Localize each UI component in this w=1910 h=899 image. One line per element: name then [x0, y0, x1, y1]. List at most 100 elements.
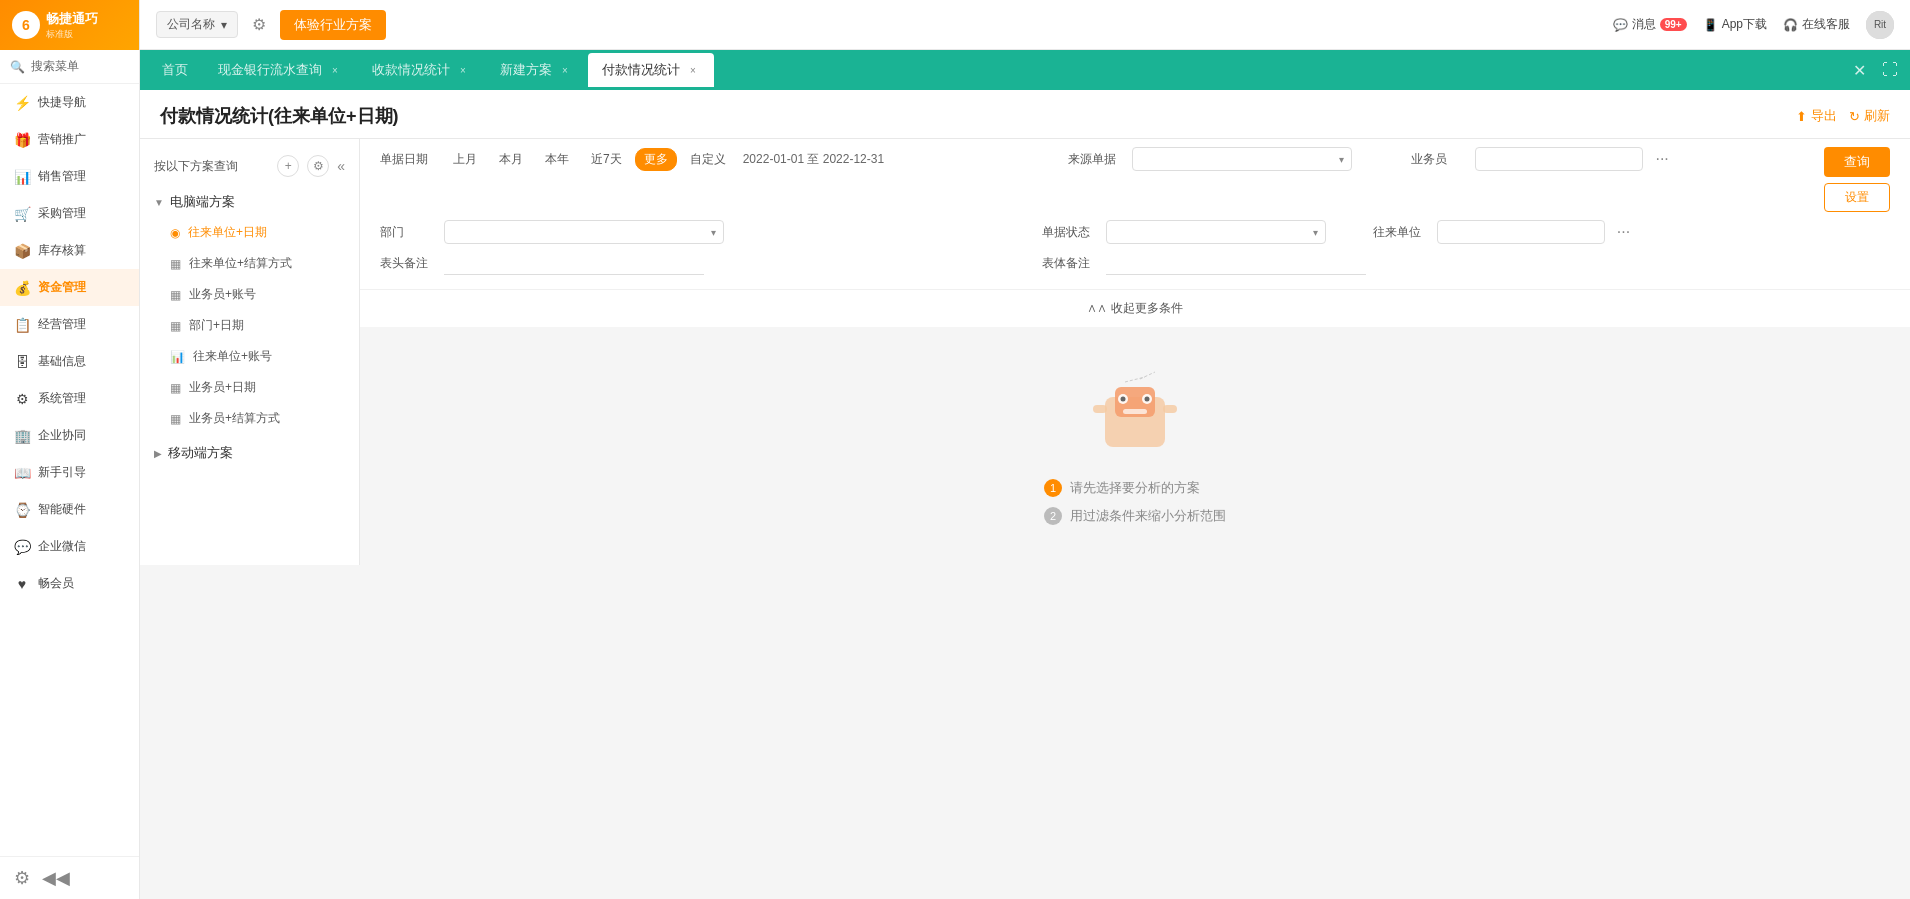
- date-btn-this-month[interactable]: 本月: [490, 147, 532, 172]
- header-note-input[interactable]: [444, 252, 704, 275]
- staff-label: 业务员: [1411, 151, 1467, 168]
- export-button[interactable]: ⬆ 导出: [1796, 107, 1837, 125]
- doc-status-select-wrap: [1106, 220, 1326, 244]
- sidebar-item-system[interactable]: ⚙ 系统管理: [0, 380, 139, 417]
- date-btn-more[interactable]: 更多: [635, 148, 677, 171]
- left-panel-title: 按以下方案查询: [154, 158, 238, 175]
- message-badge: 99+: [1660, 18, 1687, 31]
- tab-home[interactable]: 首页: [148, 53, 202, 87]
- tab-label-new-scheme: 新建方案: [500, 61, 552, 79]
- sidebar-collapse-icon[interactable]: ◀◀: [42, 867, 70, 889]
- service-action[interactable]: 🎧 在线客服: [1783, 16, 1850, 33]
- message-label: 消息: [1632, 16, 1656, 33]
- dept-select[interactable]: [444, 220, 724, 244]
- sidebar-item-guide[interactable]: 📖新手引导: [0, 454, 139, 491]
- company-select[interactable]: 公司名称 ▾: [156, 11, 238, 38]
- scheme-group-header-desktop[interactable]: ▼电脑端方案: [140, 187, 359, 217]
- tab-label-bank: 现金银行流水查询: [218, 61, 322, 79]
- sidebar-icon-system: ⚙: [14, 391, 30, 407]
- group-arrow-mobile: ▶: [154, 448, 162, 459]
- settings-icon: ⚙: [313, 159, 324, 173]
- sidebar-item-inventory[interactable]: 📦库存核算: [0, 232, 139, 269]
- filter-staff-col: 业务员 ···: [1411, 147, 1824, 171]
- scheme-item-unit-account[interactable]: 📊往来单位+账号: [140, 341, 359, 372]
- message-action[interactable]: 💬 消息 99+: [1613, 16, 1687, 33]
- scheme-item-staff-account[interactable]: ▦业务员+账号: [140, 279, 359, 310]
- scheme-group-header-mobile[interactable]: ▶移动端方案: [140, 438, 359, 468]
- sidebar-item-wechat[interactable]: 💬企业微信: [0, 528, 139, 565]
- doc-status-select[interactable]: [1106, 220, 1326, 244]
- filter-docstatus-col: 单据状态: [1042, 220, 1373, 244]
- tab-expand-icon[interactable]: ⛶: [1878, 57, 1902, 83]
- partner-more-icon[interactable]: ···: [1617, 223, 1630, 241]
- body-note-input[interactable]: [1106, 252, 1366, 275]
- sidebar-item-basic-info[interactable]: 🗄基础信息: [0, 343, 139, 380]
- scheme-item-staff-settle[interactable]: ▦业务员+结算方式: [140, 403, 359, 434]
- scheme-icon-unit-date: ◉: [170, 226, 180, 240]
- collapse-more-button[interactable]: ∧∧ 收起更多条件: [360, 289, 1910, 327]
- tab-close-payment[interactable]: ×: [686, 63, 700, 77]
- sidebar-settings-icon[interactable]: ⚙: [14, 867, 30, 889]
- tab-label-home: 首页: [162, 61, 188, 79]
- date-btn-custom[interactable]: 自定义: [681, 147, 735, 172]
- sidebar-item-marketing[interactable]: 🎁营销推广: [0, 121, 139, 158]
- add-scheme-button[interactable]: +: [277, 155, 299, 177]
- sidebar-item-enterprise[interactable]: 🏢企业协同: [0, 417, 139, 454]
- user-avatar[interactable]: Rit: [1866, 11, 1894, 39]
- scheme-item-unit-date[interactable]: ◉往来单位+日期: [140, 217, 359, 248]
- sidebar-item-vip[interactable]: ♥畅会员: [0, 565, 139, 602]
- sidebar-search-label: 搜索菜单: [31, 58, 79, 75]
- tip-num-1: 1: [1044, 479, 1062, 497]
- sidebar-search[interactable]: 🔍 搜索菜单: [0, 50, 139, 84]
- left-panel-collapse-icon[interactable]: «: [337, 158, 345, 174]
- empty-state: 1 请先选择要分析的方案 2 用过滤条件来缩小分析范围: [360, 327, 1910, 565]
- header-settings-icon[interactable]: ⚙: [248, 11, 270, 38]
- main-area: 公司名称 ▾ ⚙ 体验行业方案 💬 消息 99+ 📱 App下载 🎧 在线客服 …: [140, 0, 1910, 899]
- group-arrow-desktop: ▼: [154, 197, 164, 208]
- scheme-label-unit-account: 往来单位+账号: [193, 348, 272, 365]
- trial-button[interactable]: 体验行业方案: [280, 10, 386, 40]
- scheme-settings-button[interactable]: ⚙: [307, 155, 329, 177]
- source-doc-select[interactable]: [1132, 147, 1352, 171]
- staff-more-icon[interactable]: ···: [1655, 150, 1668, 168]
- sidebar-item-hardware[interactable]: ⌚智能硬件: [0, 491, 139, 528]
- tab-bank[interactable]: 现金银行流水查询 ×: [204, 53, 356, 87]
- app-download-action[interactable]: 📱 App下载: [1703, 16, 1767, 33]
- partner-input[interactable]: [1437, 220, 1605, 244]
- sidebar-item-operation[interactable]: 📋经营管理: [0, 306, 139, 343]
- sidebar-label-marketing: 营销推广: [38, 131, 86, 148]
- tab-close-bank[interactable]: ×: [328, 63, 342, 77]
- scheme-icon-staff-account: ▦: [170, 288, 181, 302]
- date-btn-prev-month[interactable]: 上月: [444, 147, 486, 172]
- refresh-button[interactable]: ↻ 刷新: [1849, 107, 1890, 125]
- date-filter-label: 单据日期: [380, 151, 436, 168]
- tab-close-new-scheme[interactable]: ×: [558, 63, 572, 77]
- app-icon: 📱: [1703, 18, 1718, 32]
- sidebar-icon-basic-info: 🗄: [14, 354, 30, 370]
- sidebar-label-system: 系统管理: [38, 390, 86, 407]
- query-button[interactable]: 查询: [1824, 147, 1890, 177]
- sidebar-item-sales[interactable]: 📊销售管理: [0, 158, 139, 195]
- tab-receipt[interactable]: 收款情况统计×: [358, 53, 484, 87]
- sidebar-item-purchase[interactable]: 🛒采购管理: [0, 195, 139, 232]
- date-btn-this-year[interactable]: 本年: [536, 147, 578, 172]
- scheme-item-dept-date[interactable]: ▦部门+日期: [140, 310, 359, 341]
- right-content: 单据日期 上月本月本年近7天更多自定义2022-01-01 至 2022-12-…: [360, 139, 1910, 565]
- tab-payment[interactable]: 付款情况统计×: [588, 53, 714, 87]
- scheme-item-staff-date[interactable]: ▦业务员+日期: [140, 372, 359, 403]
- scheme-item-unit-settle[interactable]: ▦往来单位+结算方式: [140, 248, 359, 279]
- sidebar-label-enterprise: 企业协同: [38, 427, 86, 444]
- date-btn-last7[interactable]: 近7天: [582, 147, 631, 172]
- staff-input[interactable]: [1475, 147, 1643, 171]
- sidebar-item-finance[interactable]: 💰资金管理: [0, 269, 139, 306]
- sidebar-item-quick-nav[interactable]: ⚡快捷导航: [0, 84, 139, 121]
- scheme-label-unit-settle: 往来单位+结算方式: [189, 255, 292, 272]
- tab-close-all-icon[interactable]: ✕: [1849, 57, 1870, 84]
- filter-header-note-col: 表头备注: [380, 252, 1042, 275]
- filter-partner-col: 往来单位 ···: [1373, 220, 1770, 244]
- tab-close-receipt[interactable]: ×: [456, 63, 470, 77]
- body-note-label: 表体备注: [1042, 255, 1098, 272]
- refresh-icon: ↻: [1849, 109, 1860, 124]
- tab-new-scheme[interactable]: 新建方案 ×: [486, 53, 586, 87]
- settings-link-button[interactable]: 设置: [1824, 183, 1890, 212]
